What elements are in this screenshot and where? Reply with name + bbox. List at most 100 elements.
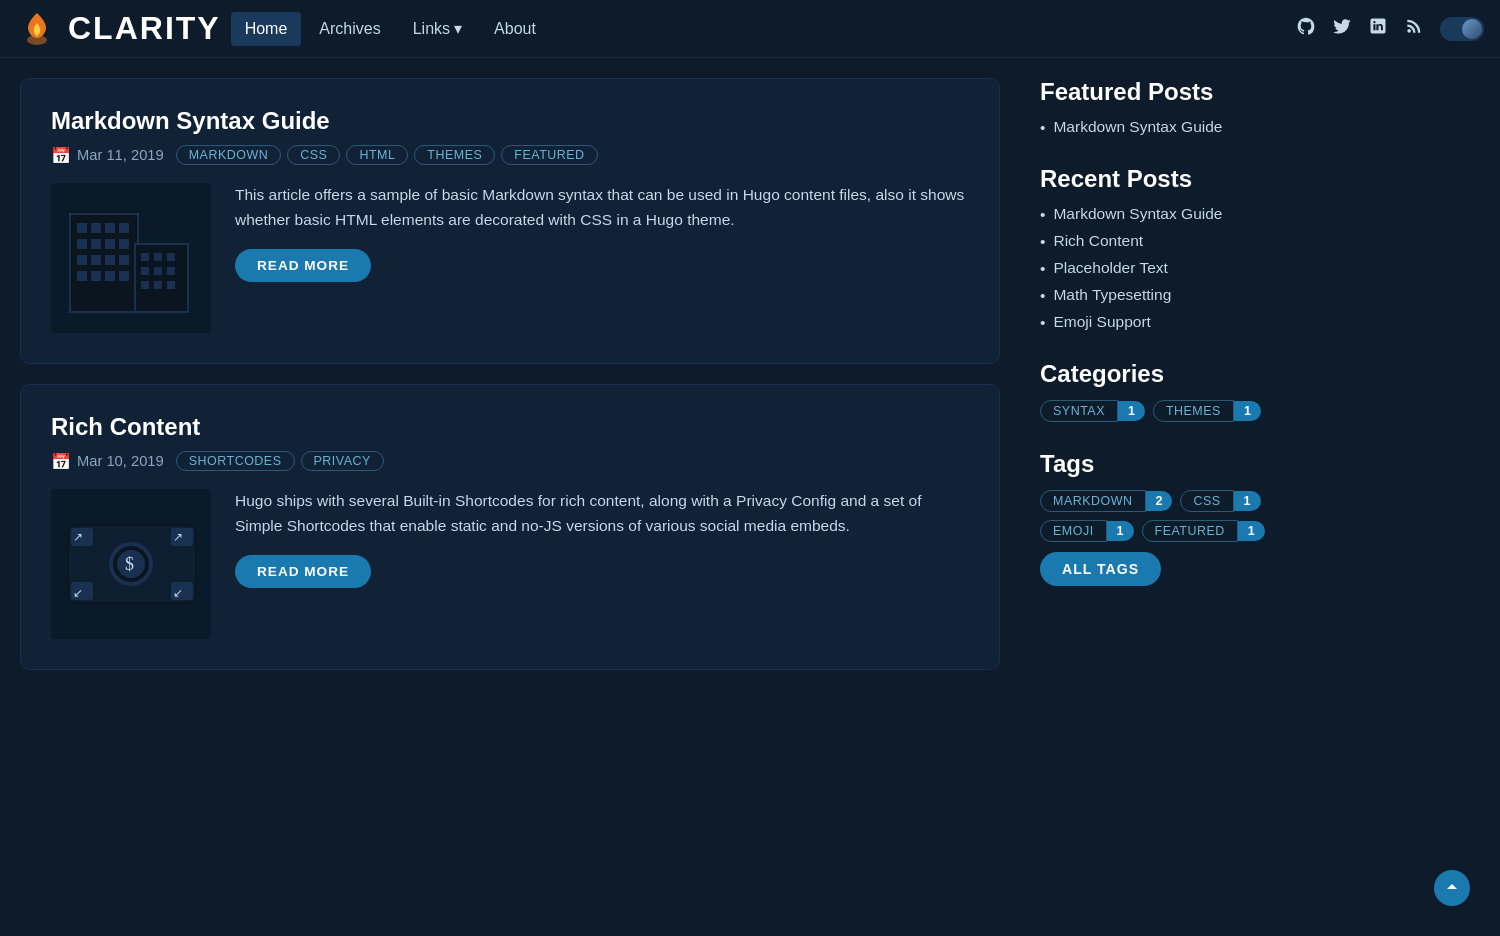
main-container: Markdown Syntax Guide 📅 Mar 11, 2019 MAR…	[0, 58, 1500, 690]
navbar: CLARITY Home Archives Links ▾ About	[0, 0, 1500, 58]
recent-post-item-3: Placeholder Text	[1040, 259, 1280, 278]
tag-shortcodes[interactable]: SHORTCODES	[176, 451, 295, 471]
flame-icon	[16, 8, 58, 50]
svg-rect-29	[167, 281, 175, 289]
calendar-icon: 📅	[51, 146, 71, 165]
svg-text:↗: ↗	[73, 530, 83, 544]
svg-rect-28	[154, 281, 162, 289]
post-body-1: This article offers a sample of basic Ma…	[51, 183, 969, 333]
tag-emoji-badge[interactable]: EMOJI 1	[1040, 520, 1134, 542]
post-date-1: 📅 Mar 11, 2019	[51, 146, 164, 165]
svg-rect-25	[154, 267, 162, 275]
tag-markdown-count: 2	[1146, 491, 1173, 511]
tag-featured-count: 1	[1238, 521, 1265, 541]
tag-css[interactable]: CSS	[287, 145, 340, 165]
tag-featured[interactable]: FEATURED	[501, 145, 597, 165]
svg-rect-18	[119, 271, 129, 281]
featured-post-item-1: Markdown Syntax Guide	[1040, 118, 1280, 137]
recent-post-link-4[interactable]: Math Typesetting	[1053, 286, 1171, 304]
svg-rect-7	[77, 239, 87, 249]
svg-rect-12	[91, 255, 101, 265]
svg-rect-5	[105, 223, 115, 233]
theme-toggle[interactable]	[1440, 17, 1484, 41]
tag-themes[interactable]: THEMES	[414, 145, 495, 165]
svg-text:↗: ↗	[173, 530, 183, 544]
tag-css-label: CSS	[1180, 490, 1233, 512]
recent-post-link-3[interactable]: Placeholder Text	[1053, 259, 1167, 277]
svg-rect-9	[105, 239, 115, 249]
svg-rect-22	[154, 253, 162, 261]
tag-emoji-label: EMOJI	[1040, 520, 1107, 542]
svg-rect-13	[105, 255, 115, 265]
featured-post-link-1[interactable]: Markdown Syntax Guide	[1053, 118, 1222, 136]
nav-links-dropdown[interactable]: Links ▾	[399, 11, 476, 46]
post-meta-1: 📅 Mar 11, 2019 MARKDOWN CSS HTML THEMES …	[51, 145, 969, 165]
post-title-1: Markdown Syntax Guide	[51, 107, 969, 135]
category-syntax-label: SYNTAX	[1040, 400, 1118, 422]
post-excerpt-1: This article offers a sample of basic Ma…	[235, 183, 969, 233]
svg-rect-23	[167, 253, 175, 261]
post-thumbnail-2: $ ↗ ↗ ↙ ↙	[51, 489, 211, 639]
recent-posts-section: Recent Posts Markdown Syntax Guide Rich …	[1040, 165, 1280, 332]
read-more-btn-1[interactable]: READ MORE	[235, 249, 371, 282]
post-content-2: Hugo ships with several Built-in Shortco…	[235, 489, 969, 588]
post-title-2: Rich Content	[51, 413, 969, 441]
svg-rect-27	[141, 281, 149, 289]
tags-heading: Tags	[1040, 450, 1280, 478]
tag-css-badge[interactable]: CSS 1	[1180, 490, 1260, 512]
content-area: Markdown Syntax Guide 📅 Mar 11, 2019 MAR…	[20, 78, 1000, 670]
tag-emoji-count: 1	[1107, 521, 1134, 541]
svg-rect-21	[141, 253, 149, 261]
tag-featured-badge[interactable]: FEATURED 1	[1142, 520, 1265, 542]
category-themes[interactable]: THEMES 1	[1153, 400, 1261, 422]
twitter-icon[interactable]	[1332, 16, 1352, 41]
svg-rect-3	[77, 223, 87, 233]
rss-icon[interactable]	[1404, 16, 1424, 41]
tag-markdown-badge[interactable]: MARKDOWN 2	[1040, 490, 1172, 512]
recent-post-item-4: Math Typesetting	[1040, 286, 1280, 305]
svg-rect-16	[91, 271, 101, 281]
featured-posts-heading: Featured Posts	[1040, 78, 1280, 106]
recent-posts-heading: Recent Posts	[1040, 165, 1280, 193]
category-themes-count: 1	[1234, 401, 1261, 421]
recent-posts-list: Markdown Syntax Guide Rich Content Place…	[1040, 205, 1280, 332]
featured-posts-list: Markdown Syntax Guide	[1040, 118, 1280, 137]
recent-post-link-2[interactable]: Rich Content	[1053, 232, 1143, 250]
read-more-btn-2[interactable]: READ MORE	[235, 555, 371, 588]
categories-heading: Categories	[1040, 360, 1280, 388]
svg-rect-10	[119, 239, 129, 249]
calendar-icon-2: 📅	[51, 452, 71, 471]
tag-html[interactable]: HTML	[346, 145, 408, 165]
category-syntax[interactable]: SYNTAX 1	[1040, 400, 1145, 422]
featured-posts-section: Featured Posts Markdown Syntax Guide	[1040, 78, 1280, 137]
nav-archives[interactable]: Archives	[305, 12, 394, 46]
svg-rect-15	[77, 271, 87, 281]
recent-post-link-5[interactable]: Emoji Support	[1053, 313, 1150, 331]
categories-section: Categories SYNTAX 1 THEMES 1	[1040, 360, 1280, 422]
tag-featured-label: FEATURED	[1142, 520, 1238, 542]
recent-post-item-2: Rich Content	[1040, 232, 1280, 251]
nav-home[interactable]: Home	[231, 12, 302, 46]
svg-text:$: $	[125, 554, 134, 574]
github-icon[interactable]	[1296, 16, 1316, 41]
chevron-down-icon: ▾	[454, 19, 462, 38]
tag-markdown[interactable]: MARKDOWN	[176, 145, 282, 165]
svg-rect-4	[91, 223, 101, 233]
svg-rect-17	[105, 271, 115, 281]
tag-css-count: 1	[1234, 491, 1261, 511]
all-tags-button[interactable]: ALL TAGS	[1040, 552, 1161, 586]
svg-text:↙: ↙	[173, 586, 183, 600]
nav-right	[1296, 16, 1484, 41]
recent-post-link-1[interactable]: Markdown Syntax Guide	[1053, 205, 1222, 223]
post-card-2: Rich Content 📅 Mar 10, 2019 SHORTCODES P…	[20, 384, 1000, 670]
scroll-to-top-button[interactable]	[1434, 870, 1470, 906]
recent-post-item-5: Emoji Support	[1040, 313, 1280, 332]
svg-rect-14	[119, 255, 129, 265]
post-tags-2: SHORTCODES PRIVACY	[176, 451, 384, 471]
linkedin-icon[interactable]	[1368, 16, 1388, 41]
post-date-2: 📅 Mar 10, 2019	[51, 452, 164, 471]
nav-about[interactable]: About	[480, 12, 550, 46]
brand[interactable]: CLARITY	[16, 8, 221, 50]
recent-post-item-1: Markdown Syntax Guide	[1040, 205, 1280, 224]
tag-privacy[interactable]: PRIVACY	[301, 451, 384, 471]
